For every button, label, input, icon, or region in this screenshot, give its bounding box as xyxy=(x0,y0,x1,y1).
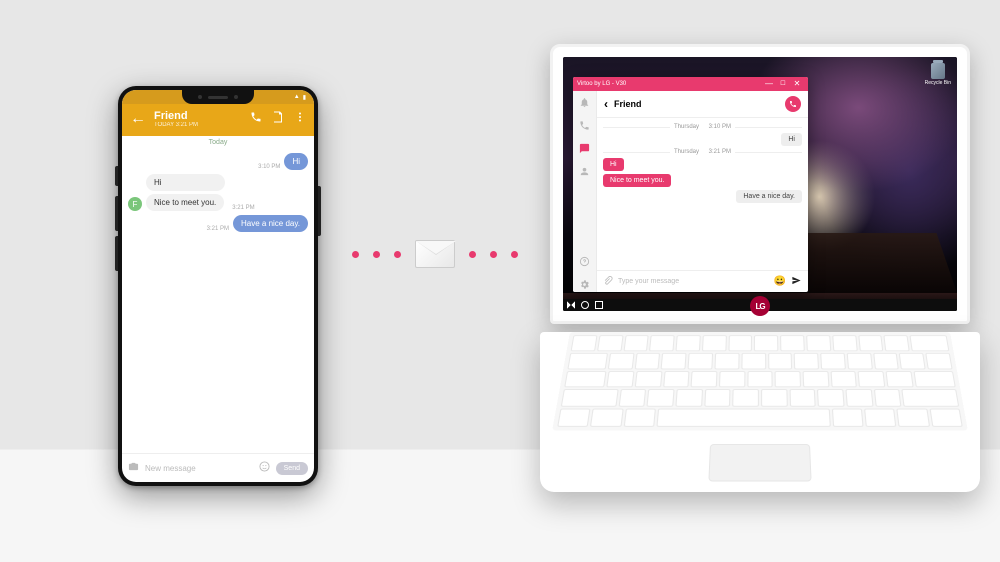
emoji-icon[interactable]: 😀 xyxy=(774,276,786,287)
msg-time: 3:21 PM xyxy=(232,205,254,211)
back-chevron-icon[interactable]: ‹ xyxy=(604,97,608,111)
calls-icon[interactable] xyxy=(579,120,590,133)
laptop-screen: Recycle Bin Virtoo by LG - V30 — ☐ ✕ xyxy=(563,57,957,311)
outgoing-bubble: Hi xyxy=(603,158,624,171)
phone-screen: ▲▮ ← Friend TODAY 3:21 PM Today 3:10 PM … xyxy=(122,90,314,482)
help-icon[interactable] xyxy=(579,256,590,269)
phone-notch xyxy=(182,90,254,104)
day-separator: Thursday 3:10 PM xyxy=(603,124,802,130)
back-arrow-icon[interactable]: ← xyxy=(130,110,146,128)
lg-logo xyxy=(750,296,770,316)
contact-avatar: F xyxy=(128,197,142,211)
chat-title: Friend xyxy=(154,110,242,122)
message-input[interactable]: New message xyxy=(145,464,253,473)
call-icon[interactable] xyxy=(250,110,262,128)
chat-subtitle: TODAY 3:21 PM xyxy=(154,122,242,128)
message-list[interactable]: Thursday 3:10 PM Hi Thursday 3:21 PM Hi … xyxy=(597,118,808,270)
compose-bar: Type your message 😀 xyxy=(597,270,808,292)
date-separator: Today xyxy=(122,136,314,149)
keyboard xyxy=(552,332,968,431)
laptop-device: Recycle Bin Virtoo by LG - V30 — ☐ ✕ xyxy=(550,44,970,492)
settings-icon[interactable] xyxy=(579,279,590,292)
more-icon[interactable] xyxy=(294,110,306,128)
send-icon[interactable] xyxy=(791,275,802,288)
send-button[interactable]: Send xyxy=(276,462,308,475)
conversation-header: ‹ Friend xyxy=(597,91,808,118)
outgoing-bubble: Have a nice day. xyxy=(233,215,308,232)
phone-side-button xyxy=(115,166,118,186)
message-input-bar: New message Send xyxy=(122,453,314,482)
compose-input[interactable]: Type your message xyxy=(618,278,769,285)
start-icon[interactable] xyxy=(567,301,575,309)
phone-volume-down xyxy=(115,236,118,271)
window-title: Virtoo by LG - V30 xyxy=(577,81,762,87)
sync-indicator xyxy=(352,240,518,268)
close-button[interactable]: ✕ xyxy=(790,77,804,91)
cortana-icon[interactable] xyxy=(581,301,589,309)
day-separator: Thursday 3:21 PM xyxy=(603,149,802,155)
window-titlebar[interactable]: Virtoo by LG - V30 — ☐ ✕ xyxy=(573,77,808,91)
call-button[interactable] xyxy=(785,96,801,112)
phone-device: ▲▮ ← Friend TODAY 3:21 PM Today 3:10 PM … xyxy=(118,86,318,486)
notifications-icon[interactable] xyxy=(579,97,590,110)
emoji-icon[interactable] xyxy=(259,459,270,477)
incoming-bubble: Hi xyxy=(146,174,225,191)
incoming-bubble: Nice to meet you. xyxy=(146,194,224,211)
contacts-icon[interactable] xyxy=(579,166,590,179)
recycle-bin-label: Recycle Bin xyxy=(925,80,951,86)
chat-scroll[interactable]: 3:10 PM Hi F Hi Nice to meet you. 3:21 P… xyxy=(122,149,314,453)
outgoing-bubble: Hi xyxy=(284,153,308,170)
maximize-button[interactable]: ☐ xyxy=(776,77,790,91)
messaging-app-window: Virtoo by LG - V30 — ☐ ✕ xyxy=(573,77,808,292)
app-sidebar xyxy=(573,91,597,292)
phone-volume-up xyxy=(115,196,118,231)
incoming-bubble: Have a nice day. xyxy=(736,190,802,203)
camera-icon[interactable] xyxy=(128,459,139,477)
recycle-bin[interactable]: Recycle Bin xyxy=(925,63,951,86)
messages-icon[interactable] xyxy=(579,143,590,156)
outgoing-bubble: Nice to meet you. xyxy=(603,174,671,187)
taskview-icon[interactable] xyxy=(595,301,603,309)
phone-power-button xyxy=(318,186,321,236)
attachment-icon[interactable] xyxy=(272,110,284,128)
msg-time: 3:21 PM xyxy=(207,226,229,232)
envelope-icon xyxy=(415,240,455,268)
incoming-bubble: Hi xyxy=(781,133,802,146)
attach-icon[interactable] xyxy=(603,276,613,288)
trackpad xyxy=(708,444,811,481)
recycle-bin-icon xyxy=(931,63,945,79)
chat-header: ← Friend TODAY 3:21 PM xyxy=(122,104,314,136)
laptop-base xyxy=(540,332,980,492)
msg-time: 3:10 PM xyxy=(258,164,280,170)
contact-name: Friend xyxy=(614,99,785,109)
conversation-pane: ‹ Friend Thursday 3:10 PM Hi Thursday 3:… xyxy=(597,91,808,292)
minimize-button[interactable]: — xyxy=(762,77,776,91)
